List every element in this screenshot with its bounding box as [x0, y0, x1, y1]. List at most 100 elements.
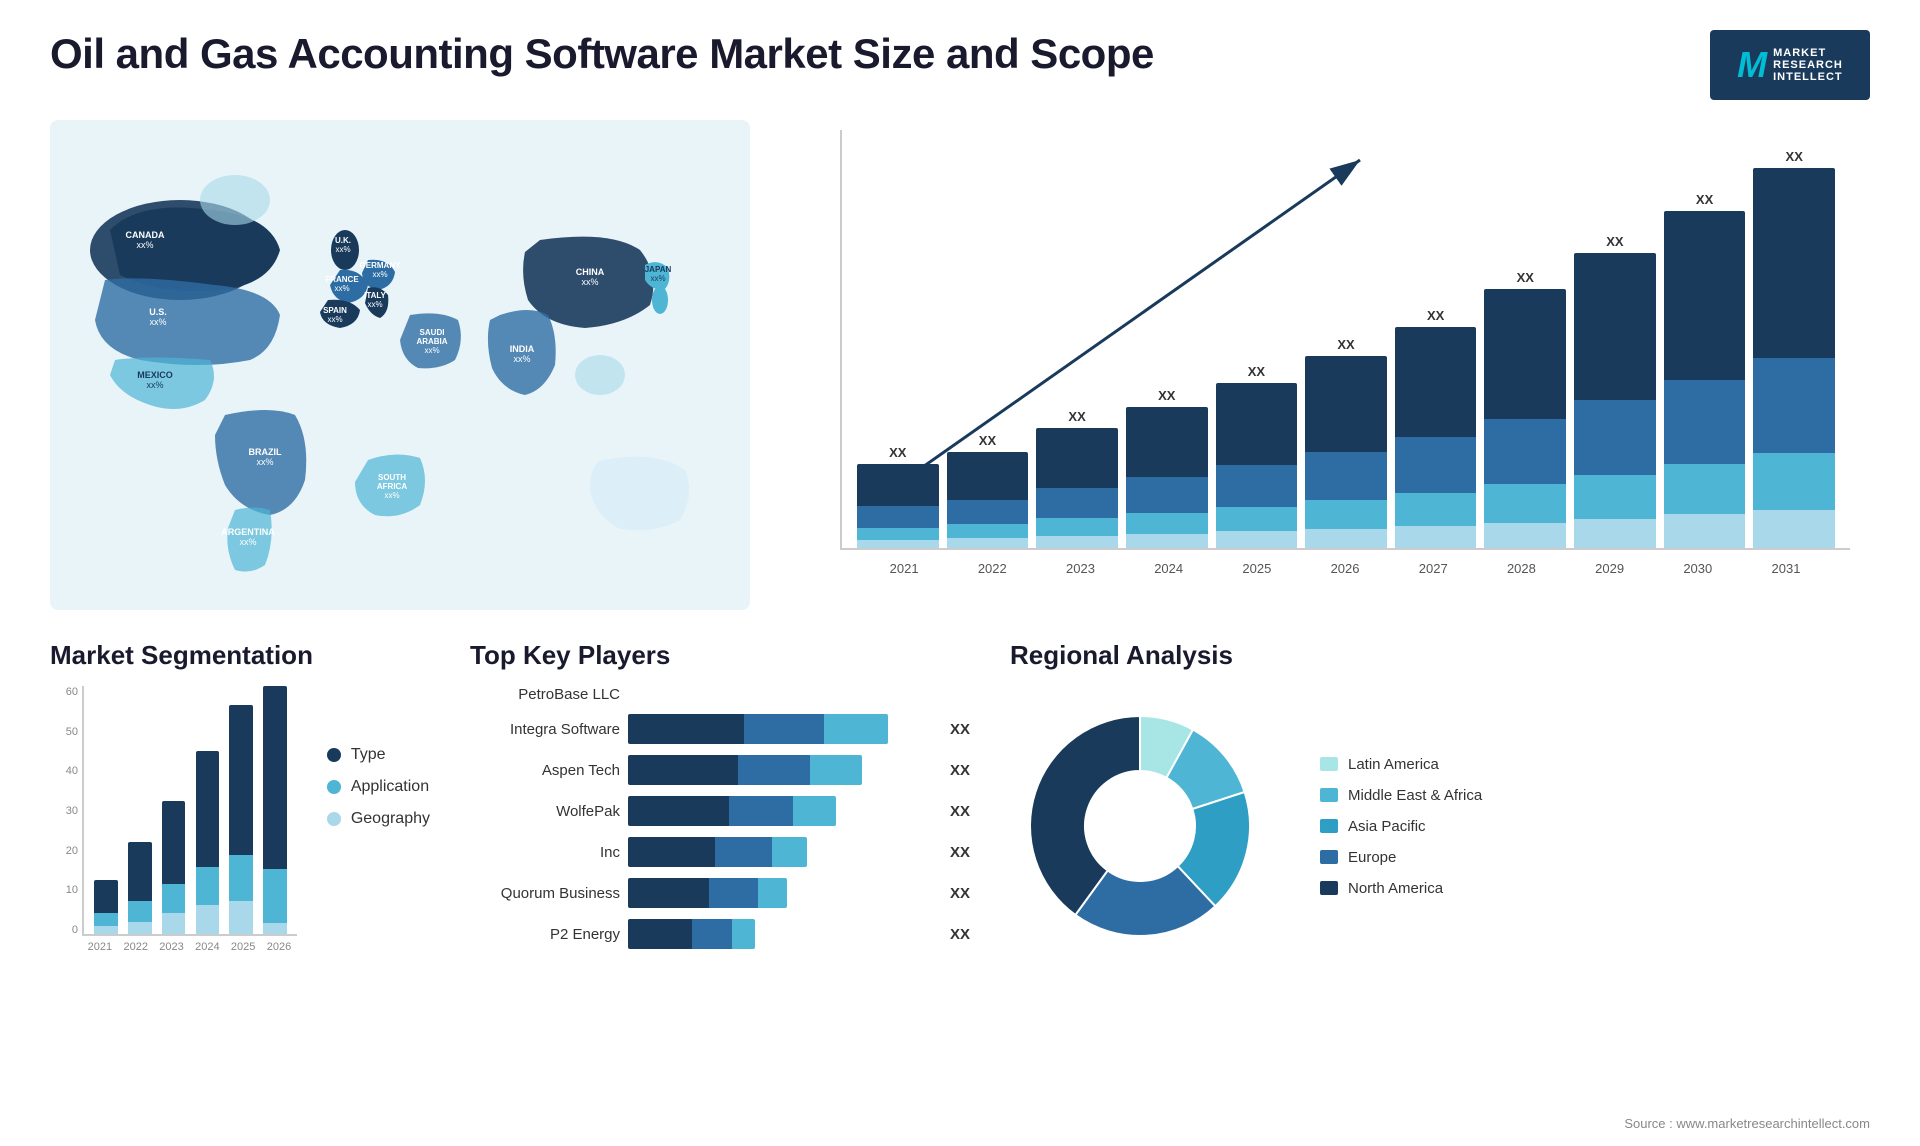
svg-text:SPAIN: SPAIN: [323, 306, 347, 315]
player-bar: [628, 878, 787, 908]
svg-text:xx%: xx%: [650, 274, 665, 283]
world-map-svg: CANADA xx% U.S. xx% MEXICO xx% BRAZIL xx…: [50, 120, 750, 610]
svg-text:xx%: xx%: [256, 457, 273, 467]
seg-bar-area: [82, 686, 297, 936]
source-text: Source : www.marketresearchintellect.com: [1624, 1116, 1870, 1131]
players-title: Top Key Players: [470, 640, 970, 671]
seg-bar-2: [160, 686, 188, 934]
svg-text:xx%: xx%: [384, 491, 399, 500]
player-name: Inc: [470, 844, 620, 861]
donut-legend: Latin America Middle East & Africa Asia …: [1320, 756, 1482, 897]
svg-text:xx%: xx%: [513, 354, 530, 364]
donut-area: Latin America Middle East & Africa Asia …: [1010, 686, 1870, 966]
logo-box: M MARKET RESEARCH INTELLECT: [1710, 30, 1870, 100]
svg-text:ARGENTINA: ARGENTINA: [221, 527, 275, 537]
bar-group-2027: XX: [1395, 140, 1477, 548]
player-bar: [628, 796, 836, 826]
svg-text:xx%: xx%: [367, 300, 382, 309]
donut-legend-item: Europe: [1320, 849, 1482, 866]
svg-text:U.K.: U.K.: [335, 236, 351, 245]
donut-legend-item: North America: [1320, 880, 1482, 897]
segmentation-section: Market Segmentation 60 50 40 30 20 10 0: [50, 640, 430, 1120]
player-xx-label: XX: [950, 762, 970, 779]
bar-group-2021: XX: [857, 140, 939, 548]
bar-group-2026: XX: [1305, 140, 1387, 548]
bar-group-2028: XX: [1484, 140, 1566, 548]
seg-bar-0: [92, 686, 120, 934]
svg-text:SOUTH: SOUTH: [378, 473, 406, 482]
bar-group-2029: XX: [1574, 140, 1656, 548]
svg-text:GERMANY: GERMANY: [360, 261, 402, 270]
donut-legend-item: Latin America: [1320, 756, 1482, 773]
svg-text:xx%: xx%: [335, 245, 350, 254]
logo-area: M MARKET RESEARCH INTELLECT: [1710, 30, 1870, 100]
seg-chart-area: 60 50 40 30 20 10 0 20212022202320242025…: [50, 686, 430, 976]
donut-legend-item: Asia Pacific: [1320, 818, 1482, 835]
x-axis-labels: 2021202220232024202520262027202820292030…: [840, 550, 1850, 576]
svg-text:xx%: xx%: [424, 346, 439, 355]
svg-text:BRAZIL: BRAZIL: [249, 447, 282, 457]
player-name: Integra Software: [470, 721, 620, 738]
bar-chart-section: XXXXXXXXXXXXXXXXXXXXXX 20212022202320242…: [780, 120, 1870, 610]
svg-text:INDIA: INDIA: [510, 344, 535, 354]
logo-line1: MARKET: [1773, 47, 1843, 59]
player-row: PetroBase LLC: [470, 686, 970, 703]
player-row: Aspen Tech XX: [470, 755, 970, 785]
svg-text:xx%: xx%: [372, 270, 387, 279]
seg-bar-5: [261, 686, 289, 934]
svg-text:xx%: xx%: [149, 317, 166, 327]
seg-bar-1: [126, 686, 154, 934]
svg-text:CANADA: CANADA: [126, 230, 165, 240]
seg-legend: Type Application Geography: [327, 686, 430, 828]
svg-text:AFRICA: AFRICA: [377, 482, 407, 491]
player-bar: [628, 837, 807, 867]
svg-text:ITALY: ITALY: [364, 291, 386, 300]
bar-chart-area: XXXXXXXXXXXXXXXXXXXXXX: [840, 130, 1850, 550]
logo-line2: RESEARCH: [1773, 59, 1843, 71]
bar-group-2031: XX: [1753, 140, 1835, 548]
player-xx-label: XX: [950, 721, 970, 738]
player-name: WolfePak: [470, 803, 620, 820]
legend-item: Application: [327, 778, 430, 796]
svg-text:SAUDI: SAUDI: [420, 328, 445, 337]
player-xx-label: XX: [950, 926, 970, 943]
regional-title: Regional Analysis: [1010, 640, 1870, 671]
player-xx-label: XX: [950, 885, 970, 902]
bar-group-2024: XX: [1126, 140, 1208, 548]
player-name: Aspen Tech: [470, 762, 620, 779]
player-row: Inc XX: [470, 837, 970, 867]
svg-text:xx%: xx%: [327, 315, 342, 324]
player-bar: [628, 755, 862, 785]
seg-x-labels: 202120222023202420252026: [82, 941, 297, 953]
svg-text:xx%: xx%: [239, 537, 256, 547]
player-bar: [628, 714, 888, 744]
legend-item: Geography: [327, 810, 430, 828]
seg-bar-3: [193, 686, 221, 934]
player-row: WolfePak XX: [470, 796, 970, 826]
svg-text:xx%: xx%: [581, 277, 598, 287]
seg-chart-wrapper: 60 50 40 30 20 10 0 20212022202320242025…: [50, 686, 297, 976]
svg-text:ARABIA: ARABIA: [416, 337, 447, 346]
players-section: Top Key Players PetroBase LLC Integra Sof…: [470, 640, 970, 1120]
bar-group-2022: XX: [947, 140, 1029, 548]
bottom-section: Market Segmentation 60 50 40 30 20 10 0: [0, 620, 1920, 1140]
bar-group-2025: XX: [1216, 140, 1298, 548]
svg-text:FRANCE: FRANCE: [325, 275, 359, 284]
player-row: Quorum BusinessXX: [470, 878, 970, 908]
player-bar: [628, 919, 755, 949]
player-xx-label: XX: [950, 803, 970, 820]
bar-group-2023: XX: [1036, 140, 1118, 548]
svg-text:U.S.: U.S.: [149, 307, 167, 317]
top-content: CANADA xx% U.S. xx% MEXICO xx% BRAZIL xx…: [0, 120, 1920, 620]
player-row: P2 EnergyXX: [470, 919, 970, 949]
svg-text:xx%: xx%: [136, 240, 153, 250]
svg-text:JAPAN: JAPAN: [645, 265, 672, 274]
donut-legend-item: Middle East & Africa: [1320, 787, 1482, 804]
svg-text:CHINA: CHINA: [576, 267, 605, 277]
logo-text: MARKET RESEARCH INTELLECT: [1773, 47, 1843, 83]
donut-chart: [1010, 686, 1290, 966]
player-xx-label: XX: [950, 844, 970, 861]
player-name: PetroBase LLC: [470, 686, 620, 703]
svg-text:xx%: xx%: [334, 284, 349, 293]
player-row: Integra Software XX: [470, 714, 970, 744]
